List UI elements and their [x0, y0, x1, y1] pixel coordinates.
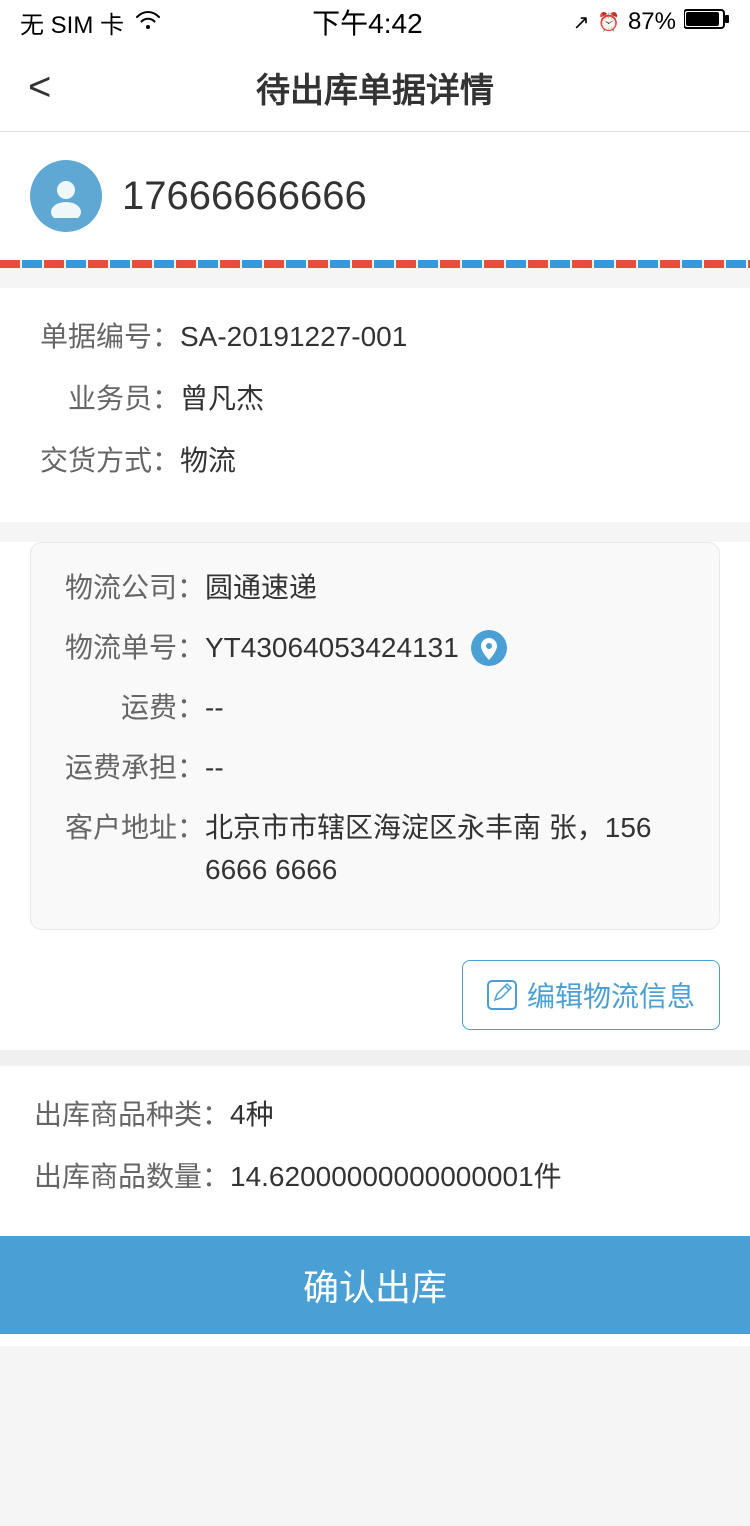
nav-title: 待出库单据详情	[256, 63, 494, 112]
freight-bearer-label: 运费承担：	[55, 747, 205, 789]
edit-icon	[487, 980, 517, 1010]
map-pin-icon[interactable]	[471, 630, 507, 666]
product-quantity-row: 出库商品数量： 14.62000000000000001件	[30, 1156, 720, 1198]
address-row: 客户地址： 北京市市辖区海淀区永丰南 张，156 6666 6666	[55, 807, 695, 891]
freight-bearer-value: --	[205, 747, 695, 789]
back-button[interactable]: <	[28, 65, 51, 110]
freight-row: 运费： --	[55, 687, 695, 729]
doc-number-value: SA-20191227-001	[180, 316, 720, 358]
carrier-label: 无 SIM 卡	[20, 5, 124, 40]
doc-number-row: 单据编号： SA-20191227-001	[30, 316, 720, 358]
status-right: ↗ ⏰ 87%	[573, 8, 730, 37]
battery-label: 87%	[628, 8, 676, 36]
stats-section: 出库商品种类： 4种 出库商品数量： 14.62000000000000001件	[0, 1066, 750, 1238]
freight-label: 运费：	[55, 687, 205, 729]
wifi-icon	[134, 8, 162, 36]
section-divider	[0, 1050, 750, 1066]
edit-btn-container: 编辑物流信息	[0, 950, 750, 1050]
battery-icon	[684, 8, 730, 37]
user-header: 17666666666	[0, 132, 750, 260]
edit-logistics-label: 编辑物流信息	[527, 975, 695, 1015]
user-avatar	[30, 160, 102, 232]
salesman-value: 曾凡杰	[180, 378, 720, 420]
delivery-label: 交货方式：	[30, 440, 180, 482]
status-left: 无 SIM 卡	[20, 5, 162, 40]
confirm-outbound-button[interactable]: 确认出库	[0, 1236, 750, 1334]
address-label: 客户地址：	[55, 807, 205, 849]
delivery-value: 物流	[180, 440, 720, 482]
address-value: 北京市市辖区海淀区永丰南 张，156 6666 6666	[205, 807, 695, 891]
document-info-section: 单据编号： SA-20191227-001 业务员： 曾凡杰 交货方式： 物流	[0, 288, 750, 522]
confirm-outbound-label: 确认出库	[303, 1259, 447, 1311]
user-phone: 17666666666	[122, 174, 367, 219]
bottom-spacer	[0, 1346, 750, 1526]
product-quantity-value: 14.62000000000000001件	[230, 1156, 720, 1198]
logistics-company-label: 物流公司：	[55, 567, 205, 609]
doc-number-label: 单据编号：	[30, 316, 180, 358]
status-time: 下午4:42	[312, 2, 423, 42]
product-types-label: 出库商品种类：	[30, 1094, 230, 1136]
location-status-icon: ↗	[573, 10, 590, 35]
logistics-tracking-label: 物流单号：	[55, 627, 205, 669]
logistics-tracking-row: 物流单号： YT43064053424131	[55, 627, 695, 669]
freight-bearer-row: 运费承担： --	[55, 747, 695, 789]
logistics-card: 物流公司： 圆通速递 物流单号： YT43064053424131 运费： --…	[30, 542, 720, 930]
dashed-divider	[0, 260, 750, 268]
product-quantity-label: 出库商品数量：	[30, 1156, 230, 1198]
edit-logistics-button[interactable]: 编辑物流信息	[462, 960, 720, 1030]
logistics-company-row: 物流公司： 圆通速递	[55, 567, 695, 609]
logistics-company-value: 圆通速递	[205, 567, 695, 609]
delivery-row: 交货方式： 物流	[30, 440, 720, 482]
nav-bar: < 待出库单据详情	[0, 44, 750, 132]
alarm-icon: ⏰	[598, 12, 620, 33]
salesman-row: 业务员： 曾凡杰	[30, 378, 720, 420]
product-types-value: 4种	[230, 1094, 720, 1136]
salesman-label: 业务员：	[30, 378, 180, 420]
product-types-row: 出库商品种类： 4种	[30, 1094, 720, 1136]
status-bar: 无 SIM 卡 下午4:42 ↗ ⏰ 87%	[0, 0, 750, 44]
logistics-tracking-value: YT43064053424131	[205, 627, 695, 669]
freight-value: --	[205, 687, 695, 729]
